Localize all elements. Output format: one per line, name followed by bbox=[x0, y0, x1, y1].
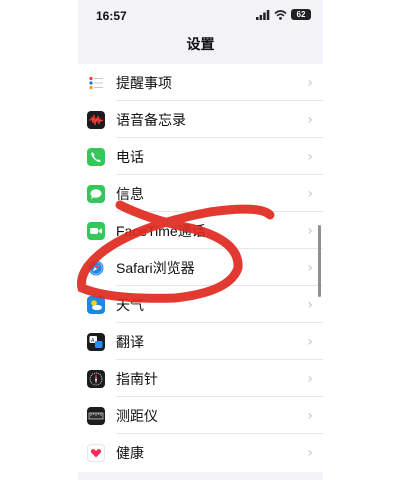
settings-row-messages[interactable]: 信息 › bbox=[78, 175, 323, 212]
settings-row-label: 测距仪 bbox=[116, 407, 158, 424]
chevron-right-icon: › bbox=[307, 444, 313, 461]
settings-row-facetime[interactable]: FaceTime通话 › bbox=[78, 212, 323, 249]
chevron-right-icon: › bbox=[307, 259, 313, 276]
status-bar: 16:57 62 bbox=[78, 0, 323, 30]
weather-icon bbox=[87, 295, 105, 314]
settings-row-label: 健康 bbox=[116, 444, 144, 461]
chevron-right-icon: › bbox=[307, 370, 313, 387]
page-title: 设置 bbox=[186, 36, 215, 52]
safari-icon bbox=[87, 258, 105, 277]
compass-icon bbox=[87, 369, 105, 388]
settings-row-safari[interactable]: Safari浏览器 › bbox=[78, 249, 323, 286]
chevron-right-icon: › bbox=[307, 296, 313, 313]
settings-row-weather[interactable]: 天气 › bbox=[78, 286, 323, 323]
voice-memos-icon bbox=[87, 110, 105, 129]
chevron-right-icon: › bbox=[307, 111, 313, 128]
settings-row-voice-memos[interactable]: 语音备忘录 › bbox=[78, 101, 323, 138]
phone-icon bbox=[87, 147, 105, 166]
chevron-right-icon: › bbox=[307, 407, 313, 424]
settings-row-measure[interactable]: 测距仪 › bbox=[78, 397, 323, 434]
settings-list: 提醒事项 › 语音备忘录 › 电话 › 信息 › FaceTime通话 › Sa… bbox=[78, 64, 323, 480]
settings-row-label: 翻译 bbox=[116, 333, 144, 350]
settings-row-label: FaceTime通话 bbox=[116, 222, 206, 239]
settings-row-compass[interactable]: 指南针 › bbox=[78, 360, 323, 397]
chevron-right-icon: › bbox=[307, 185, 313, 202]
svg-text:A: A bbox=[91, 337, 95, 343]
translate-icon: A bbox=[87, 332, 105, 351]
settings-row-label: 语音备忘录 bbox=[116, 111, 186, 128]
status-time: 16:57 bbox=[96, 9, 127, 23]
settings-row-translate[interactable]: A 翻译 › bbox=[78, 323, 323, 360]
facetime-icon bbox=[87, 221, 105, 240]
scrollbar[interactable] bbox=[318, 225, 321, 297]
phone-screen: 16:57 62 设置 提醒事项 › 语音备忘录 › 电话 › 信息 › Fac… bbox=[78, 0, 323, 480]
settings-row-label: 提醒事项 bbox=[116, 74, 172, 91]
cellular-signal-icon bbox=[256, 9, 270, 20]
settings-row-label: Safari浏览器 bbox=[116, 259, 195, 276]
chevron-right-icon: › bbox=[307, 222, 313, 239]
chevron-right-icon: › bbox=[307, 333, 313, 350]
settings-row-health[interactable]: 健康 › bbox=[78, 434, 323, 471]
settings-row-label: 信息 bbox=[116, 185, 144, 202]
status-icons: 62 bbox=[256, 9, 311, 20]
settings-row-phone[interactable]: 电话 › bbox=[78, 138, 323, 175]
wifi-icon bbox=[274, 9, 287, 20]
settings-row-reminders[interactable]: 提醒事项 › bbox=[78, 64, 323, 101]
settings-row-label: 指南针 bbox=[116, 370, 158, 387]
messages-icon bbox=[87, 184, 105, 203]
chevron-right-icon: › bbox=[307, 148, 313, 165]
chevron-right-icon: › bbox=[307, 74, 313, 91]
reminders-icon bbox=[87, 73, 105, 92]
measure-icon bbox=[87, 406, 105, 425]
health-icon bbox=[87, 443, 105, 462]
battery-indicator: 62 bbox=[291, 9, 311, 20]
settings-row-label: 电话 bbox=[116, 148, 144, 165]
settings-row-label: 天气 bbox=[116, 296, 144, 313]
bottom-strip bbox=[78, 472, 323, 480]
